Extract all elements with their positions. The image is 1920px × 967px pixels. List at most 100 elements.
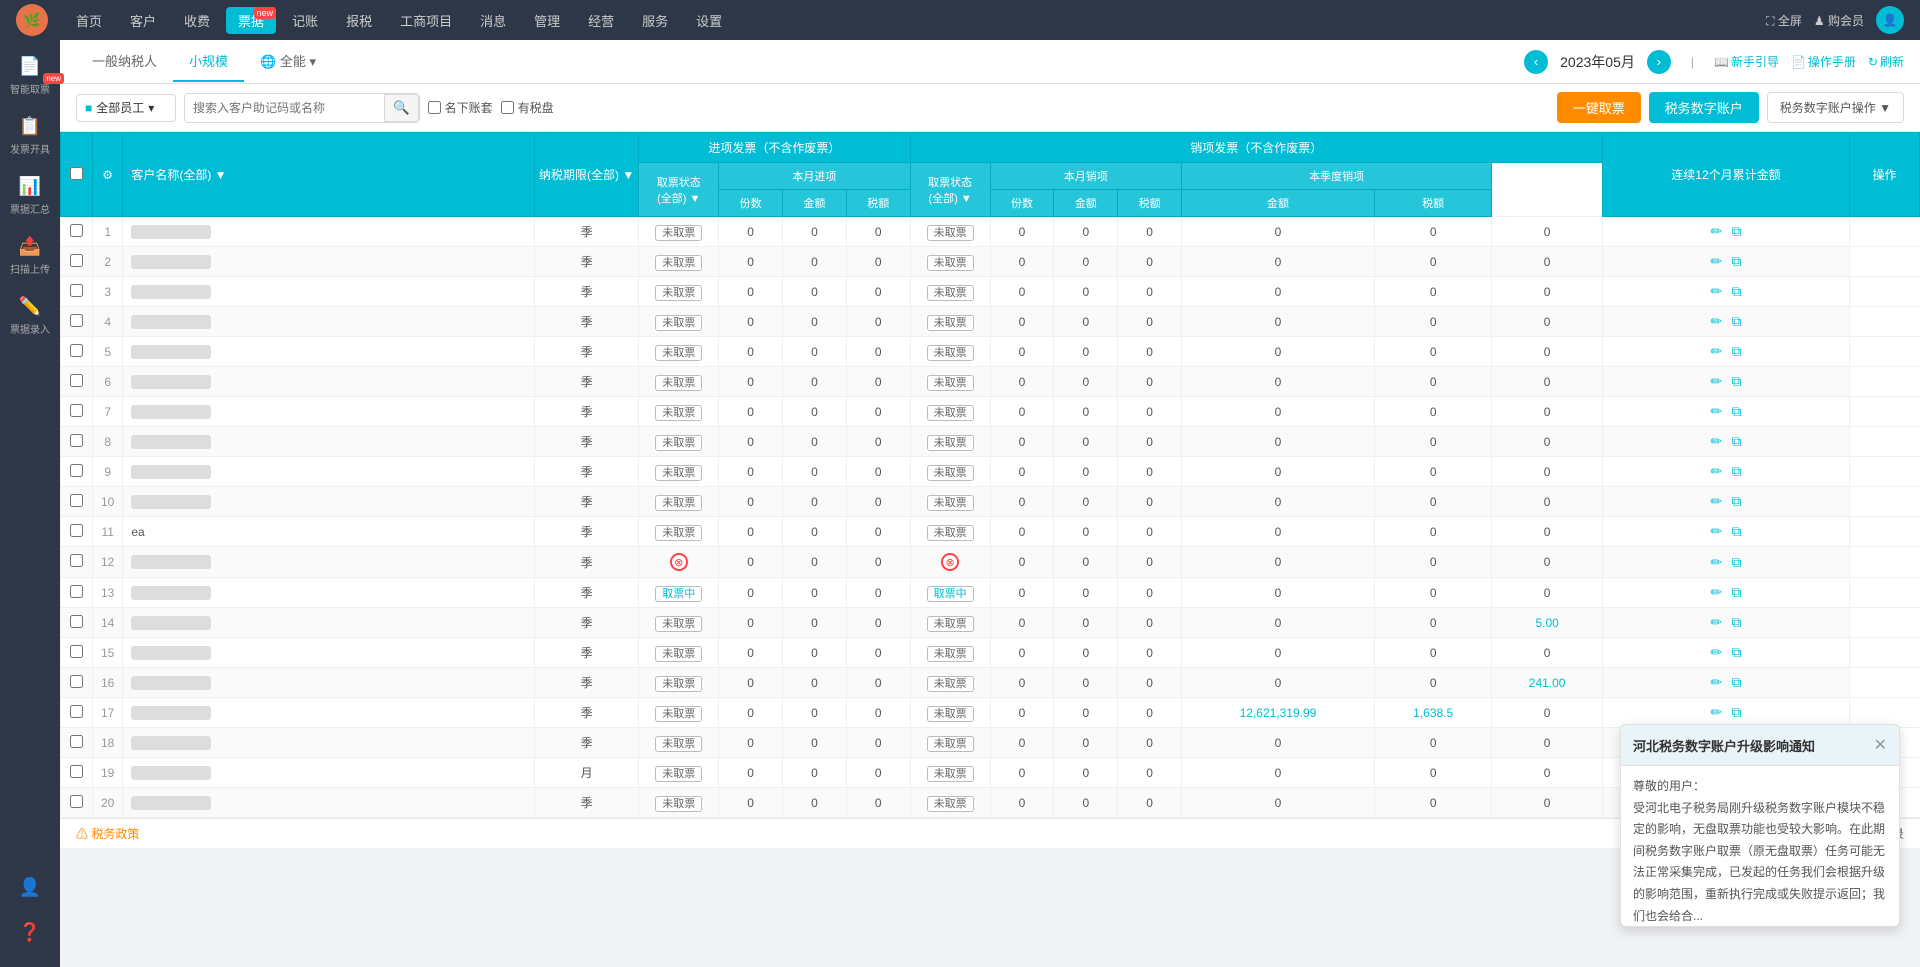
copy-button[interactable]: ⧉ [1728, 584, 1744, 600]
row-checkbox[interactable] [70, 645, 83, 658]
row-checkbox-cell[interactable] [61, 337, 93, 367]
row-checkbox[interactable] [70, 494, 83, 507]
tab-all[interactable]: 🌐 全能 ▾ [244, 41, 332, 82]
row-checkbox-cell[interactable] [61, 728, 93, 758]
row-checkbox[interactable] [70, 675, 83, 688]
row-checkbox[interactable] [70, 404, 83, 417]
row-checkbox[interactable] [70, 554, 83, 567]
client-name-cell[interactable] [123, 608, 535, 638]
row-checkbox-cell[interactable] [61, 698, 93, 728]
row-checkbox[interactable] [70, 314, 83, 327]
member-button[interactable]: ♟ 购会员 [1814, 12, 1864, 29]
client-name-cell[interactable] [123, 397, 535, 427]
tab-small-scale[interactable]: 小规模 [173, 41, 244, 82]
copy-button[interactable]: ⧉ [1728, 493, 1744, 509]
col-sales-status[interactable]: 取票状态(全部) ▼ [910, 163, 990, 217]
client-name-cell[interactable] [123, 668, 535, 698]
row-checkbox[interactable] [70, 434, 83, 447]
nav-bookkeeping[interactable]: 记账 [280, 7, 330, 34]
nav-billing[interactable]: 收费 [172, 7, 222, 34]
nav-tax[interactable]: 报税 [334, 7, 384, 34]
nav-home[interactable]: 首页 [64, 7, 114, 34]
row-checkbox[interactable] [70, 615, 83, 628]
sidebar-item-scan-upload[interactable]: 📤 扫描上传 [2, 228, 58, 284]
row-checkbox[interactable] [70, 464, 83, 477]
edit-button[interactable]: ✏ [1707, 433, 1725, 449]
cumulative-value[interactable]: 5.00 [1535, 616, 1558, 630]
row-checkbox[interactable] [70, 374, 83, 387]
col-client-name[interactable]: 客户名称(全部) ▼ [123, 133, 535, 217]
row-checkbox-cell[interactable] [61, 608, 93, 638]
row-checkbox[interactable] [70, 224, 83, 237]
client-name-cell[interactable] [123, 578, 535, 608]
edit-button[interactable]: ✏ [1707, 523, 1725, 539]
client-name-cell[interactable] [123, 457, 535, 487]
copy-button[interactable]: ⧉ [1728, 283, 1744, 299]
edit-button[interactable]: ✏ [1707, 343, 1725, 359]
client-name-cell[interactable] [123, 337, 535, 367]
user-avatar[interactable]: 👤 [1876, 6, 1904, 34]
season-tax-value[interactable]: 1,638.5 [1413, 706, 1453, 720]
client-name-cell[interactable] [123, 788, 535, 818]
new-guide-link[interactable]: 📖 新手引导 [1714, 53, 1779, 70]
nav-services[interactable]: 服务 [630, 7, 680, 34]
edit-button[interactable]: ✏ [1707, 614, 1725, 630]
client-name-cell[interactable] [123, 217, 535, 247]
row-checkbox-cell[interactable] [61, 397, 93, 427]
edit-button[interactable]: ✏ [1707, 704, 1725, 720]
row-checkbox-cell[interactable] [61, 307, 93, 337]
named-accounts-checkbox[interactable] [428, 101, 441, 114]
edit-button[interactable]: ✏ [1707, 644, 1725, 660]
tax-disk-filter[interactable]: 有税盘 [501, 99, 554, 116]
row-checkbox[interactable] [70, 705, 83, 718]
row-checkbox[interactable] [70, 735, 83, 748]
edit-button[interactable]: ✏ [1707, 253, 1725, 269]
edit-button[interactable]: ✏ [1707, 223, 1725, 239]
edit-button[interactable]: ✏ [1707, 373, 1725, 389]
search-button[interactable]: 🔍 [384, 94, 419, 122]
sidebar-item-invoice-summary[interactable]: 📊 票据汇总 [2, 168, 58, 224]
client-name-cell[interactable] [123, 487, 535, 517]
nav-admin[interactable]: 管理 [522, 7, 572, 34]
row-checkbox-cell[interactable] [61, 668, 93, 698]
nav-messages[interactable]: 消息 [468, 7, 518, 34]
row-checkbox[interactable] [70, 524, 83, 537]
one-click-fetch-button[interactable]: 一键取票 [1557, 92, 1641, 123]
edit-button[interactable]: ✏ [1707, 554, 1725, 570]
fullscreen-button[interactable]: ⛶ 全屏 [1766, 12, 1802, 29]
copy-button[interactable]: ⧉ [1728, 403, 1744, 419]
client-name-cell[interactable] [123, 247, 535, 277]
copy-button[interactable]: ⧉ [1728, 313, 1744, 329]
digital-account-button[interactable]: 税务数字账户 [1649, 92, 1759, 123]
row-checkbox-cell[interactable] [61, 788, 93, 818]
nav-settings[interactable]: 设置 [684, 7, 734, 34]
copy-button[interactable]: ⧉ [1728, 433, 1744, 449]
copy-button[interactable]: ⧉ [1728, 674, 1744, 690]
tax-disk-checkbox[interactable] [501, 101, 514, 114]
copy-button[interactable]: ⧉ [1728, 223, 1744, 239]
cumulative-value[interactable]: 241.00 [1529, 676, 1566, 690]
select-all-checkbox[interactable] [70, 167, 83, 180]
copy-button[interactable]: ⧉ [1728, 704, 1744, 720]
copy-button[interactable]: ⧉ [1728, 523, 1744, 539]
client-name-cell[interactable] [123, 367, 535, 397]
digital-account-ops-button[interactable]: 税务数字账户操作 ▼ [1767, 92, 1904, 123]
row-checkbox-cell[interactable] [61, 487, 93, 517]
sidebar-item-smart-ticket[interactable]: 📄 智能取票 new [2, 48, 58, 104]
client-name-cell[interactable] [123, 758, 535, 788]
edit-button[interactable]: ✏ [1707, 463, 1725, 479]
row-checkbox[interactable] [70, 254, 83, 267]
period-next-button[interactable]: › [1647, 50, 1671, 74]
row-checkbox-cell[interactable] [61, 578, 93, 608]
row-checkbox-cell[interactable] [61, 758, 93, 788]
copy-button[interactable]: ⧉ [1728, 463, 1744, 479]
tab-general-taxpayer[interactable]: 一般纳税人 [76, 41, 173, 82]
nav-invoices[interactable]: 票据new [226, 7, 276, 34]
client-name-cell[interactable] [123, 728, 535, 758]
copy-button[interactable]: ⧉ [1728, 554, 1744, 570]
col-quota[interactable]: 纳税期限(全部) ▼ [535, 133, 639, 217]
row-checkbox-cell[interactable] [61, 277, 93, 307]
edit-button[interactable]: ✏ [1707, 674, 1725, 690]
employee-filter[interactable]: ■ 全部员工 ▾ [76, 94, 176, 122]
client-name-cell[interactable] [123, 427, 535, 457]
